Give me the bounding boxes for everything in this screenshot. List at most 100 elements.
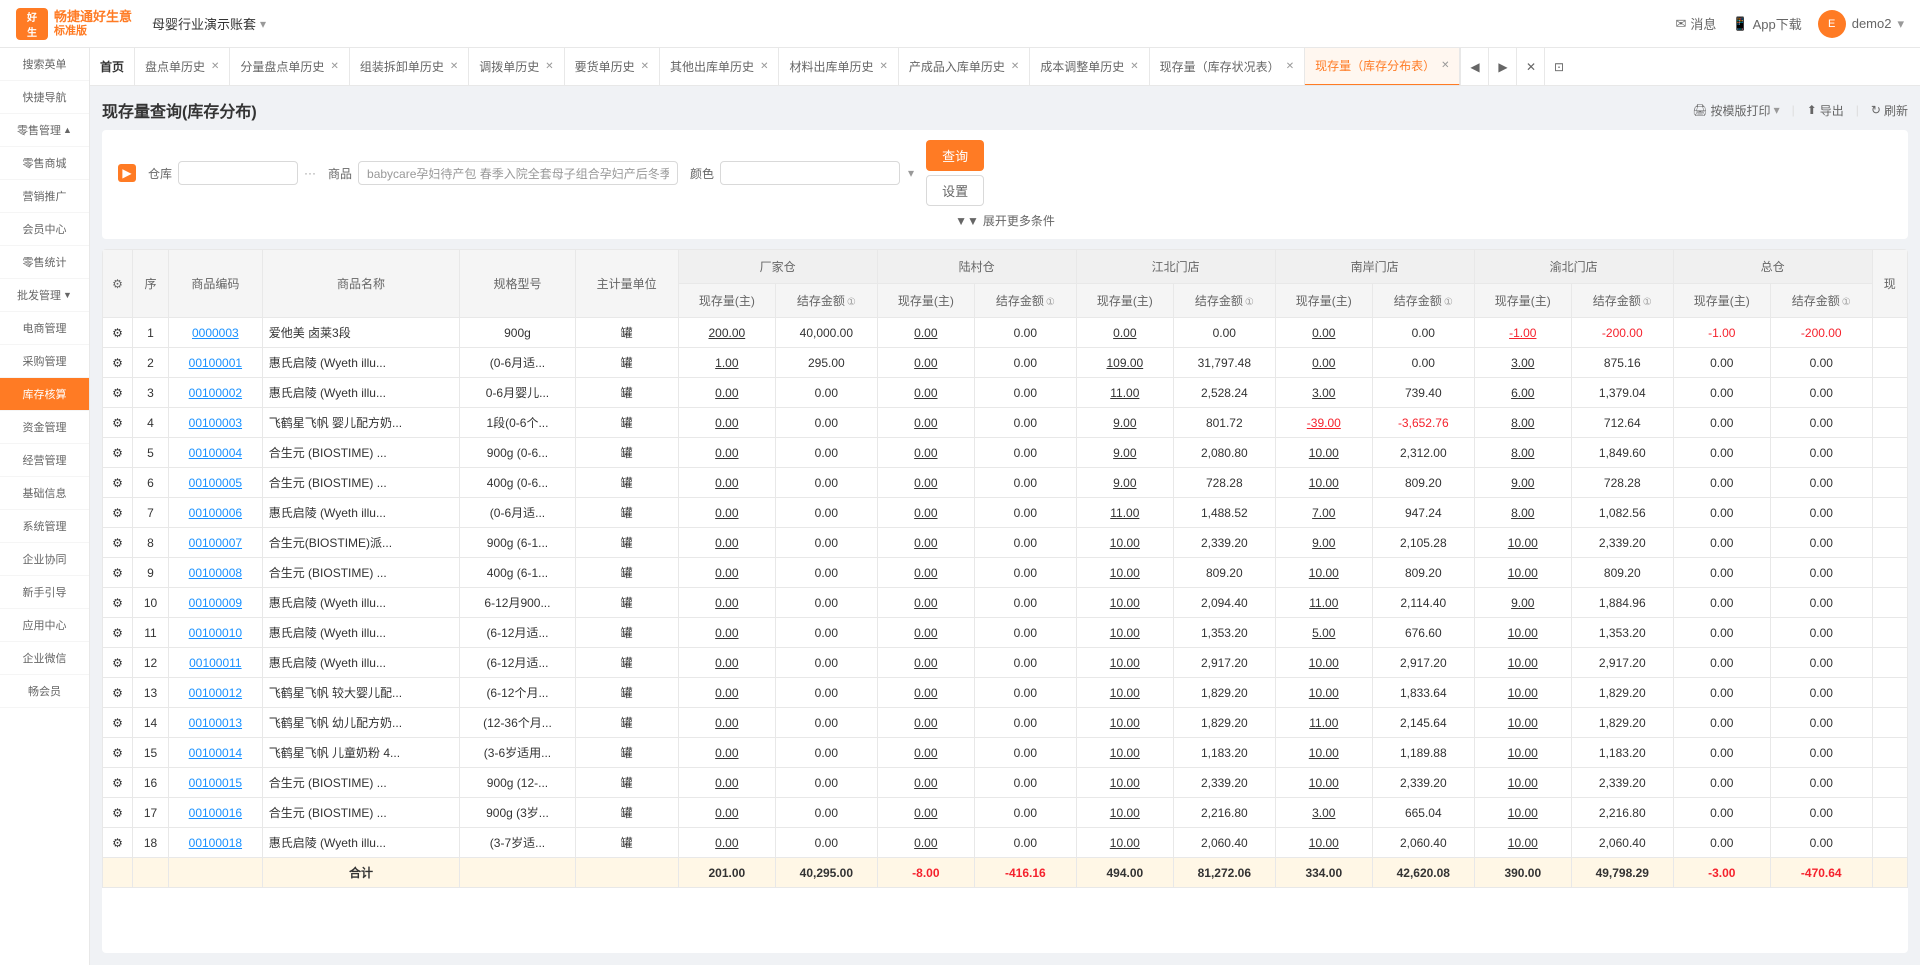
- sidebar-item-retail-stats[interactable]: 零售统计: [0, 246, 89, 279]
- user-menu[interactable]: E demo2 ▾: [1818, 10, 1904, 38]
- sidebar-item-finance[interactable]: 资金管理: [0, 411, 89, 444]
- tab-order-history[interactable]: 要货单历史 ✕: [565, 48, 660, 86]
- sidebar-item-wholesale[interactable]: 批发管理 ▼: [0, 279, 89, 312]
- app-download-btn[interactable]: 📱 App下载: [1732, 14, 1801, 33]
- row-gear[interactable]: ⚙: [103, 768, 133, 798]
- row-gear[interactable]: ⚙: [103, 828, 133, 858]
- tab-next-btn[interactable]: ▶: [1488, 48, 1516, 86]
- query-button[interactable]: 查询: [926, 140, 984, 171]
- tab-sub-stocktake-history[interactable]: 分量盘点单历史 ✕: [230, 48, 349, 86]
- row-wh4-qty: 10.00: [1474, 798, 1571, 828]
- close-icon[interactable]: ✕: [760, 61, 768, 72]
- row-wh3-qty: 10.00: [1275, 768, 1372, 798]
- sidebar-item-enterprise[interactable]: 企业协同: [0, 543, 89, 576]
- print-btn[interactable]: 🖨 按模版打印 ▾: [1692, 102, 1779, 119]
- row-gear[interactable]: ⚙: [103, 468, 133, 498]
- row-gear[interactable]: ⚙: [103, 618, 133, 648]
- tab-stocktake-history[interactable]: 盘点单历史 ✕: [135, 48, 230, 86]
- sidebar-item-nav[interactable]: 快捷导航: [0, 81, 89, 114]
- sidebar-item-ecom[interactable]: 电商管理: [0, 312, 89, 345]
- row-gear[interactable]: ⚙: [103, 738, 133, 768]
- row-gear[interactable]: ⚙: [103, 678, 133, 708]
- tab-expand-btn[interactable]: ⊡: [1544, 48, 1572, 86]
- row-wh3-qty: 10.00: [1275, 558, 1372, 588]
- settings-button[interactable]: 设置: [926, 175, 984, 206]
- sidebar-item-basic[interactable]: 基础信息: [0, 477, 89, 510]
- tab-close-btn[interactable]: ✕: [1516, 48, 1544, 86]
- expand-icon[interactable]: ▶: [118, 164, 136, 182]
- th-total-amt: 结存金额①: [1770, 284, 1872, 318]
- message-btn[interactable]: ✉ 消息: [1675, 14, 1716, 33]
- row-gear[interactable]: ⚙: [103, 378, 133, 408]
- product-input[interactable]: [358, 161, 678, 185]
- close-icon[interactable]: ✕: [330, 61, 338, 72]
- sidebar-item-system[interactable]: 系统管理: [0, 510, 89, 543]
- close-icon[interactable]: ✕: [450, 61, 458, 72]
- tab-home[interactable]: 首页: [90, 48, 135, 86]
- sidebar-item-member[interactable]: 会员中心: [0, 213, 89, 246]
- chevron-down-icon: ▾: [260, 17, 266, 31]
- row-wh4-amt: 1,353.20: [1571, 618, 1673, 648]
- warehouse-dots-btn[interactable]: ···: [304, 166, 316, 180]
- th-lucun-qty: 现存量(主): [877, 284, 974, 318]
- row-wh4-amt: 1,829.20: [1571, 678, 1673, 708]
- sidebar-item-vip[interactable]: 畅会员: [0, 675, 89, 708]
- message-icon: ✉: [1675, 16, 1686, 32]
- row-gear[interactable]: ⚙: [103, 588, 133, 618]
- content-area: 首页 盘点单历史 ✕ 分量盘点单历史 ✕ 组装拆卸单历史 ✕ 调拨单历史 ✕ 要…: [90, 48, 1920, 965]
- sidebar-item-purchase[interactable]: 采购管理: [0, 345, 89, 378]
- row-wh1-amt: 0.00: [975, 408, 1077, 438]
- sidebar-item-inventory[interactable]: 库存核算: [0, 378, 89, 411]
- table-row: ⚙900100008合生元 (BIOSTIME) ...400g (6-1...…: [103, 558, 1908, 588]
- row-gear[interactable]: ⚙: [103, 438, 133, 468]
- tab-transfer-history[interactable]: 调拨单历史 ✕: [469, 48, 564, 86]
- row-gear[interactable]: ⚙: [103, 798, 133, 828]
- sidebar-item-appcenter[interactable]: 应用中心: [0, 609, 89, 642]
- row-gear[interactable]: ⚙: [103, 528, 133, 558]
- tab-inventory-distribution[interactable]: 现存量（库存分布表） ✕: [1305, 48, 1460, 86]
- row-gear[interactable]: ⚙: [103, 648, 133, 678]
- close-icon[interactable]: ✕: [1011, 61, 1019, 72]
- tab-product-in-history[interactable]: 产成品入库单历史 ✕: [899, 48, 1030, 86]
- tab-material-out-history[interactable]: 材料出库单历史 ✕: [779, 48, 898, 86]
- th-lucun-wh: 陆村仓: [877, 250, 1076, 284]
- expand-conditions-btn[interactable]: ▼▼ 展开更多条件: [955, 212, 1055, 229]
- export-btn[interactable]: ⬆ 导出: [1807, 102, 1844, 119]
- close-icon[interactable]: ✕: [211, 61, 219, 72]
- th-gear[interactable]: ⚙: [103, 250, 133, 318]
- th-name: 商品名称: [262, 250, 460, 318]
- color-dropdown-icon[interactable]: ▾: [908, 166, 914, 180]
- sidebar-item-marketing[interactable]: 营销推广: [0, 180, 89, 213]
- sidebar-item-retail-mgr[interactable]: 零售管理 ▲: [0, 114, 89, 147]
- sidebar-item-guide[interactable]: 新手引导: [0, 576, 89, 609]
- color-input[interactable]: [720, 161, 900, 185]
- close-icon[interactable]: ✕: [641, 61, 649, 72]
- close-icon[interactable]: ✕: [1441, 60, 1449, 71]
- close-icon[interactable]: ✕: [1286, 61, 1294, 72]
- sidebar-item-wecom[interactable]: 企业微信: [0, 642, 89, 675]
- tab-assemble-history[interactable]: 组装拆卸单历史 ✕: [350, 48, 469, 86]
- row-total-amt: 0.00: [1770, 378, 1872, 408]
- close-icon[interactable]: ✕: [545, 61, 553, 72]
- tab-inventory-status[interactable]: 现存量（库存状况表） ✕: [1150, 48, 1305, 86]
- row-gear[interactable]: ⚙: [103, 708, 133, 738]
- row-gear[interactable]: ⚙: [103, 408, 133, 438]
- row-gear[interactable]: ⚙: [103, 558, 133, 588]
- warehouse-input[interactable]: [178, 161, 298, 185]
- sidebar-item-retail-shop[interactable]: 零售商城: [0, 147, 89, 180]
- tab-prev-btn[interactable]: ◀: [1460, 48, 1488, 86]
- sidebar-item-ops[interactable]: 经营管理: [0, 444, 89, 477]
- row-wh4-qty: -1.00: [1474, 318, 1571, 348]
- row-gear[interactable]: ⚙: [103, 318, 133, 348]
- row-wh3-amt: 2,114.40: [1373, 588, 1475, 618]
- sidebar-item-search[interactable]: 搜索英单: [0, 48, 89, 81]
- row-gear[interactable]: ⚙: [103, 348, 133, 378]
- close-icon[interactable]: ✕: [879, 61, 887, 72]
- account-dropdown[interactable]: 母婴行业演示账套 ▾: [152, 14, 266, 33]
- table-row: ⚙1400100013飞鹤星飞帆 幼儿配方奶...(12-36个月...罐0.0…: [103, 708, 1908, 738]
- row-gear[interactable]: ⚙: [103, 498, 133, 528]
- refresh-btn[interactable]: ↻ 刷新: [1871, 102, 1908, 119]
- close-icon[interactable]: ✕: [1130, 61, 1138, 72]
- tab-other-out-history[interactable]: 其他出库单历史 ✕: [660, 48, 779, 86]
- tab-cost-adjust-history[interactable]: 成本调整单历史 ✕: [1030, 48, 1149, 86]
